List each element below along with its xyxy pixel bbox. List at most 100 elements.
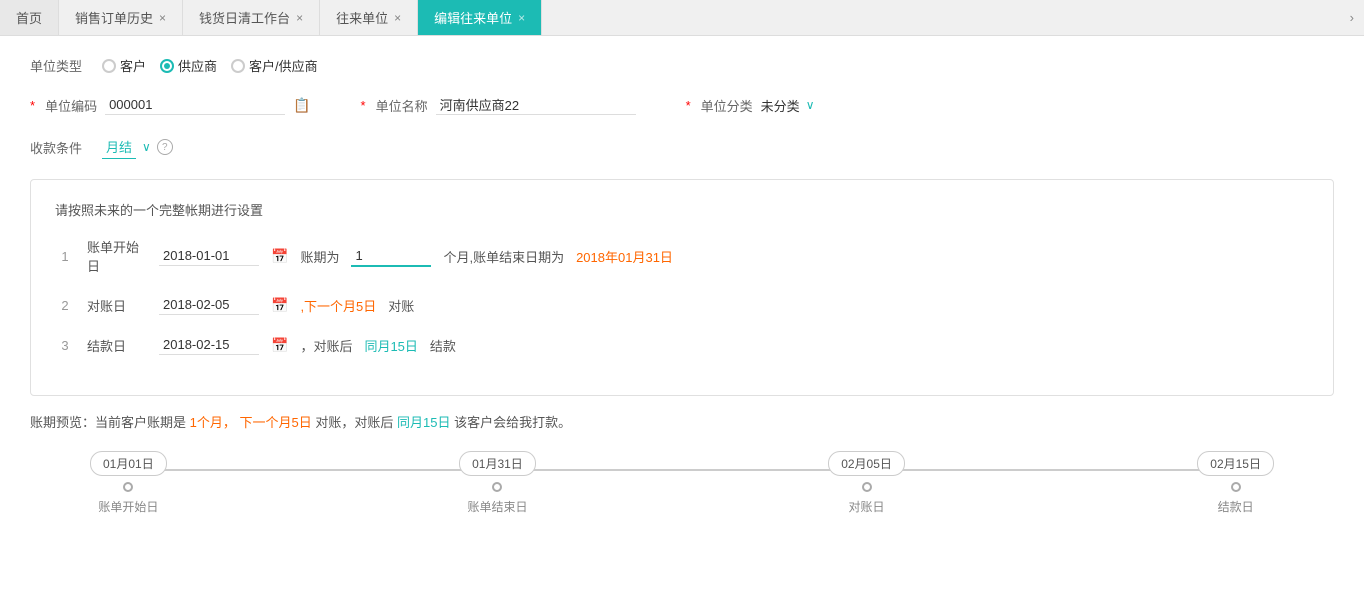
timeline-nodes: 01月01日 账单开始日 01月31日 账单结束日 02月05日 对账日 02月… [90,451,1274,515]
payment-condition-value[interactable]: 月结 [102,135,136,159]
tab-bar: 首页 销售订单历史 × 钱货日清工作台 × 往来单位 × 编辑往来单位 × › [0,0,1364,36]
preview-middle: 对账，对账后 [315,415,393,430]
unit-category-arrow[interactable]: ∨ [806,98,815,112]
tab-cash-close[interactable]: × [296,11,303,25]
unit-code-label: 单位编码 [45,96,97,115]
main-content: 单位类型 客户 供应商 客户/供应商 * 单位编码 📋 * 单位名称 [0,36,1364,608]
tab-sales-history[interactable]: 销售订单历史 × [59,0,183,35]
period-date-3[interactable] [159,335,259,355]
unit-name-star: * [361,98,366,113]
period-date-2[interactable] [159,295,259,315]
radio-supplier-label: 供应商 [178,56,217,75]
timeline-dot-2 [862,482,872,492]
payment-help-icon[interactable]: ? [157,139,173,155]
radio-group: 客户 供应商 客户/供应商 [102,56,318,75]
preview-section: 账期预览：当前客户账期是 1个月， 下一个月5日 对账，对账后 同月15日 该客… [30,412,1334,431]
timeline-label-2: 对账日 [849,498,885,515]
unit-name-group: * 单位名称 [361,95,636,115]
radio-customer-label: 客户 [120,56,146,75]
unit-code-input[interactable] [105,95,285,115]
period-row-3: 3 结款日 📅 ，对账后 同月15日 结款 [55,335,1309,355]
period-date-1[interactable] [159,246,259,266]
timeline-node-2: 02月05日 对账日 [828,451,905,515]
unit-category-label: 单位分类 [701,96,753,115]
period-months-unit: 个月,账单结束日期为 [443,247,564,266]
radio-both-circle [231,59,245,73]
timeline-dot-1 [492,482,502,492]
unit-code-icon[interactable]: 📋 [293,97,310,114]
timeline-node-1: 01月31日 账单结束日 [459,451,536,515]
unit-code-star: * [30,98,35,113]
unit-type-row: 单位类型 客户 供应商 客户/供应商 [30,56,1334,75]
payment-condition-group: 月结 ∨ ? [102,135,173,159]
period-end-date: 2018年01月31日 [576,247,673,266]
unit-name-input[interactable] [436,95,636,115]
panel-title: 请按照未来的一个完整帐期进行设置 [55,200,1309,219]
period-row2-highlight: ,下一个月5日 [300,296,376,315]
period-num-2: 2 [55,298,75,313]
period-num-3: 3 [55,338,75,353]
timeline-label-0: 账单开始日 [98,498,158,515]
tab-edit-partner[interactable]: 编辑往来单位 × [418,0,542,35]
preview-suffix: 该客户会给我打款。 [454,415,571,430]
period-row-2: 2 对账日 📅 ,下一个月5日 对账 [55,295,1309,315]
unit-category-group: * 单位分类 未分类 ∨ [686,96,815,115]
radio-supplier-circle [160,59,174,73]
radio-supplier[interactable]: 供应商 [160,56,217,75]
tab-sales-close[interactable]: × [159,11,166,25]
tab-sales-label: 销售订单历史 [75,8,153,27]
period-cal-3[interactable]: 📅 [271,337,288,354]
radio-customer[interactable]: 客户 [102,56,146,75]
preview-part1: 1个月， [190,415,236,430]
timeline-badge-3: 02月15日 [1197,451,1274,476]
period-row3-prefix: ，对账后 [300,336,352,355]
period-row3-highlight: 同月15日 [364,336,417,355]
tab-partner-close[interactable]: × [394,11,401,25]
timeline-badge-0: 01月01日 [90,451,167,476]
tab-home[interactable]: 首页 [0,0,59,35]
tab-cash-work[interactable]: 钱货日清工作台 × [183,0,320,35]
radio-customer-circle [102,59,116,73]
period-label-2: 对账日 [87,296,147,315]
timeline-label-3: 结款日 [1218,498,1254,515]
period-panel: 请按照未来的一个完整帐期进行设置 1 账单开始日 📅 账期为 个月,账单结束日期… [30,179,1334,396]
timeline-dot-3 [1231,482,1241,492]
period-cal-2[interactable]: 📅 [271,297,288,314]
payment-condition-label: 收款条件 [30,138,82,157]
timeline-container: 01月01日 账单开始日 01月31日 账单结束日 02月05日 对账日 02月… [30,451,1334,515]
timeline-label-1: 账单结束日 [467,498,527,515]
timeline-badge-2: 02月05日 [828,451,905,476]
unit-category-dropdown[interactable]: 未分类 ∨ [761,96,815,115]
period-suffix-1: 账期为 [300,247,339,266]
tab-partner-label: 往来单位 [336,8,388,27]
period-months-input[interactable] [351,246,431,267]
preview-prefix: 账期预览：当前客户账期是 [30,415,186,430]
period-num-1: 1 [55,249,75,264]
preview-part3: 同月15日 [397,415,450,430]
period-cal-1[interactable]: 📅 [271,248,288,265]
period-label-3: 结款日 [87,336,147,355]
unit-name-label: 单位名称 [376,96,428,115]
tab-home-label: 首页 [16,8,42,27]
unit-code-group: * 单位编码 📋 [30,95,311,115]
unit-info-row: * 单位编码 📋 * 单位名称 * 单位分类 未分类 ∨ [30,95,1334,115]
period-row2-suffix: 对账 [388,296,414,315]
unit-category-value: 未分类 [761,96,800,115]
period-row3-suffix: 结款 [430,336,456,355]
radio-both-label: 客户/供应商 [249,56,318,75]
unit-type-label: 单位类型 [30,56,82,75]
tab-edit-partner-label: 编辑往来单位 [434,8,512,27]
tab-edit-partner-close[interactable]: × [518,11,525,25]
tab-cash-label: 钱货日清工作台 [199,8,290,27]
payment-condition-arrow[interactable]: ∨ [142,140,151,154]
tab-partner[interactable]: 往来单位 × [320,0,418,35]
period-label-1: 账单开始日 [87,237,147,275]
tab-scroll-right[interactable]: › [1340,0,1364,35]
radio-both[interactable]: 客户/供应商 [231,56,318,75]
timeline-node-3: 02月15日 结款日 [1197,451,1274,515]
timeline-badge-1: 01月31日 [459,451,536,476]
timeline-node-0: 01月01日 账单开始日 [90,451,167,515]
preview-part2: 下一个月5日 [240,415,312,430]
payment-condition-row: 收款条件 月结 ∨ ? [30,135,1334,159]
period-row-1: 1 账单开始日 📅 账期为 个月,账单结束日期为 2018年01月31日 [55,237,1309,275]
